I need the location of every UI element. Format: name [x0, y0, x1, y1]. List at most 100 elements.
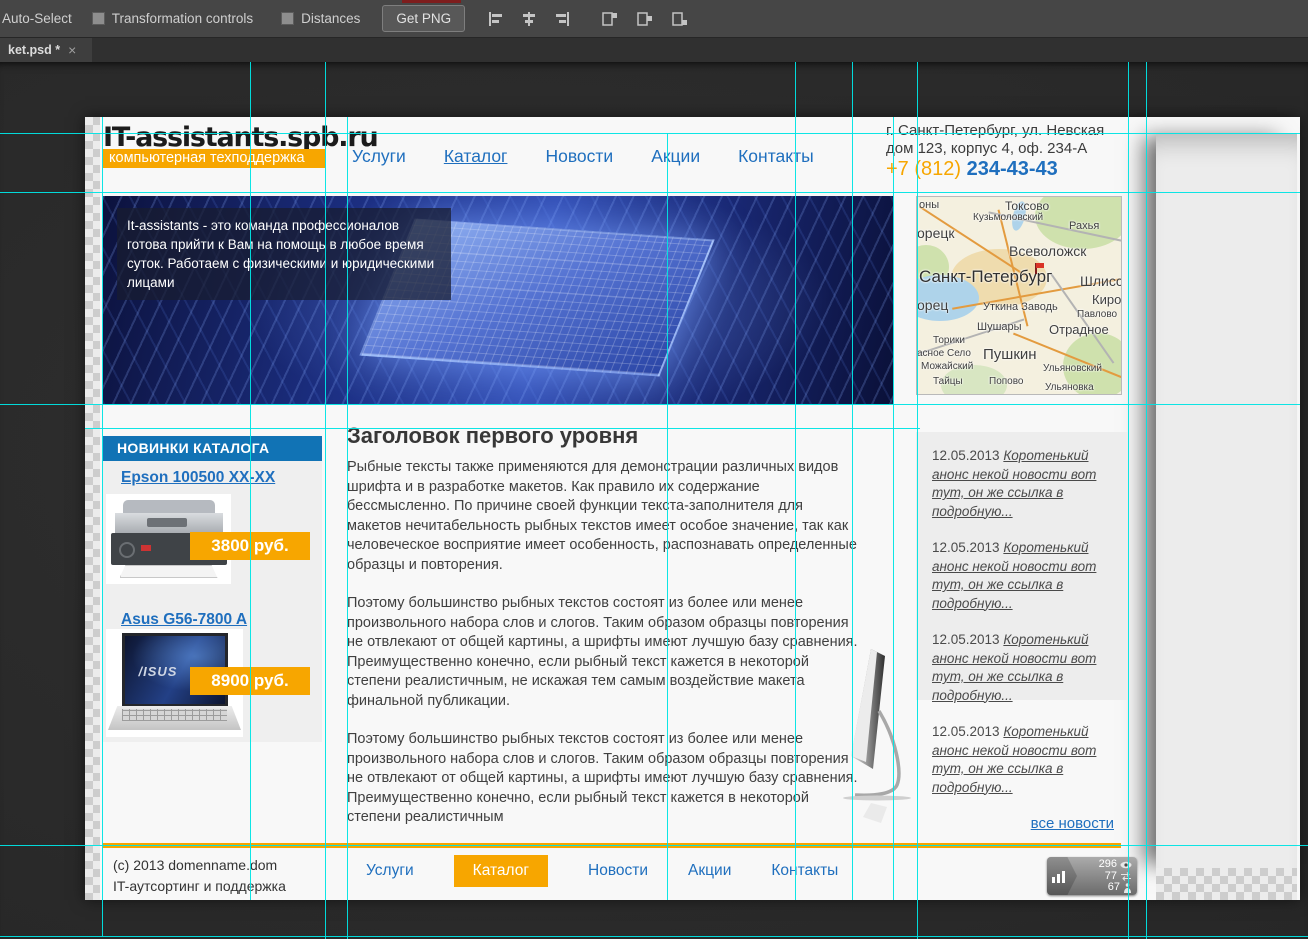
location-map[interactable]: оны Токсово Кузьмоловский Рахья орецк Вс… — [916, 196, 1122, 395]
map-label: асное Село — [917, 348, 971, 359]
footer-nav-kontakty[interactable]: Контакты — [771, 862, 838, 880]
news-item: 12.05.2013 Коротенький анонс некой новос… — [932, 447, 1114, 521]
address-line: дом 123, корпус 4, оф. 234-А — [886, 140, 1088, 157]
transformation-controls-label: Transformation controls — [111, 11, 254, 26]
guide-vertical[interactable] — [852, 62, 853, 900]
auto-select-label[interactable]: Auto-Select — [2, 11, 72, 26]
map-label: орецк — [917, 225, 955, 241]
map-label: Рахья — [1069, 220, 1100, 232]
guide-horizontal[interactable] — [0, 936, 1308, 937]
guide-vertical[interactable] — [795, 62, 796, 900]
monitor-image — [835, 645, 920, 825]
product-link[interactable]: Asus G56-7800 A — [121, 611, 247, 629]
transformation-controls-checkbox[interactable]: Transformation controls — [91, 11, 254, 26]
footer-nav: Услуги Каталог Новости Акции Контакты — [366, 851, 838, 891]
bar-chart-icon — [1047, 857, 1077, 895]
nav-item-katalog[interactable]: Каталог — [444, 146, 508, 167]
catalog-header: НОВИНКИ КАТАЛОГА — [103, 436, 322, 461]
align-center-horizontal-icon[interactable] — [520, 10, 542, 28]
document-tabbar: ket.psd * × — [0, 38, 1308, 62]
visitor-counter[interactable]: 296 77 67 — [1047, 857, 1137, 895]
hero-text: It-assistants - это команда профессионал… — [117, 208, 451, 300]
align-left-icon[interactable] — [487, 10, 509, 28]
canvas-pasteboard[interactable]: IT-assistants.spb.ru компьютерная техпод… — [0, 62, 1308, 939]
map-label: орец — [917, 297, 949, 313]
map-label: Павлово — [1077, 309, 1118, 320]
all-news-link[interactable]: все новости — [932, 815, 1114, 834]
nav-item-uslugi[interactable]: Услуги — [352, 146, 406, 167]
footer-nav-novosti[interactable]: Новости — [588, 862, 648, 880]
article-paragraph: Поэтому большинство рыбных текстов состо… — [347, 731, 858, 825]
checkbox-icon — [281, 12, 295, 25]
map-label: Пушкин — [983, 346, 1037, 363]
news-date: 12.05.2013 — [932, 448, 1000, 463]
guide-horizontal[interactable] — [0, 404, 1300, 405]
guide-horizontal[interactable] — [0, 845, 1308, 846]
distribute-top-icon[interactable] — [601, 10, 623, 28]
guide-vertical[interactable] — [1146, 62, 1147, 939]
news-date: 12.05.2013 — [932, 540, 1000, 555]
counter-values: 296 77 67 — [1099, 858, 1132, 894]
phone-main: 234-43-43 — [966, 158, 1058, 180]
nav-item-akcii[interactable]: Акции — [651, 146, 700, 167]
align-icon-group — [487, 10, 575, 28]
main-nav: Услуги Каталог Новости Акции Контакты — [352, 146, 814, 167]
address-line: г. Санкт-Петербург, ул. Невская — [886, 122, 1105, 139]
get-png-button[interactable]: Get PNG — [382, 5, 466, 32]
article-body: Рыбные тексты также применяются для демо… — [347, 458, 859, 847]
news-item: 12.05.2013 Коротенький анонс некой новос… — [932, 723, 1114, 797]
distances-label: Distances — [301, 11, 361, 26]
article-paragraph: Поэтому большинство рыбных текстов состо… — [347, 595, 858, 709]
product-link[interactable]: Epson 100500 XX-XX — [121, 469, 275, 487]
guide-vertical[interactable] — [893, 117, 894, 900]
red-indicator — [402, 0, 461, 3]
map-label: Тайцы — [933, 376, 963, 387]
guide-vertical[interactable] — [347, 117, 348, 939]
eye-icon — [1120, 861, 1132, 868]
distances-checkbox[interactable]: Distances — [281, 11, 360, 26]
site-tagline: компьютерная техподдержка — [103, 149, 325, 168]
phone-prefix: +7 (812) — [886, 158, 962, 180]
address-block: г. Санкт-Петербург, ул. Невская дом 123,… — [886, 122, 1104, 158]
map-label-city: Санкт-Петербург — [919, 267, 1053, 286]
footer-nav-akcii[interactable]: Акции — [688, 862, 731, 880]
guide-horizontal[interactable] — [85, 428, 920, 429]
nav-item-kontakty[interactable]: Контакты — [738, 146, 814, 167]
align-right-icon[interactable] — [553, 10, 575, 28]
map-label: Кузьмоловский — [973, 212, 1044, 223]
close-icon[interactable]: × — [68, 43, 76, 57]
page-background-strip — [1156, 133, 1297, 868]
guide-vertical[interactable] — [250, 62, 251, 900]
guide-vertical[interactable] — [917, 62, 918, 939]
nav-item-novosti[interactable]: Новости — [545, 146, 613, 167]
guide-vertical[interactable] — [667, 133, 668, 900]
copyright-block: (c) 2013 domenname.dom IT-аутсортинг и п… — [113, 855, 286, 897]
guide-vertical[interactable] — [1128, 62, 1129, 939]
map-label: Можайский — [921, 361, 974, 372]
guide-vertical[interactable] — [102, 117, 103, 936]
transitions-icon — [1121, 871, 1131, 881]
map-label: Ульяновка — [1045, 382, 1094, 393]
transparency-checker — [85, 117, 100, 900]
distribute-icon-group — [601, 10, 693, 28]
map-label: оны — [919, 199, 940, 211]
guide-horizontal[interactable] — [0, 192, 1300, 193]
footer-nav-katalog[interactable]: Каталог — [453, 855, 549, 887]
footer-nav-uslugi[interactable]: Услуги — [366, 862, 414, 880]
distribute-middle-icon[interactable] — [636, 10, 658, 28]
map-label: Киров — [1092, 292, 1122, 307]
document-tab-title: ket.psd * — [8, 43, 61, 57]
news-panel: 12.05.2013 Коротенький анонс некой новос… — [916, 432, 1128, 832]
hero-banner: It-assistants - это команда профессионал… — [103, 196, 893, 404]
design-canvas: IT-assistants.spb.ru компьютерная техпод… — [85, 117, 1300, 900]
news-item: 12.05.2013 Коротенький анонс некой новос… — [932, 539, 1114, 613]
distribute-bottom-icon[interactable] — [671, 10, 693, 28]
document-tab[interactable]: ket.psd * × — [0, 38, 92, 62]
counter-visitors: 67 — [1107, 881, 1120, 893]
news-date: 12.05.2013 — [932, 632, 1000, 647]
map-label: Всеволожск — [1009, 243, 1087, 259]
guide-vertical[interactable] — [325, 62, 326, 939]
app-toolbar: Auto-Select Transformation controls Dist… — [0, 0, 1308, 38]
transparency-checker — [1156, 868, 1297, 900]
guide-horizontal[interactable] — [0, 133, 1300, 134]
